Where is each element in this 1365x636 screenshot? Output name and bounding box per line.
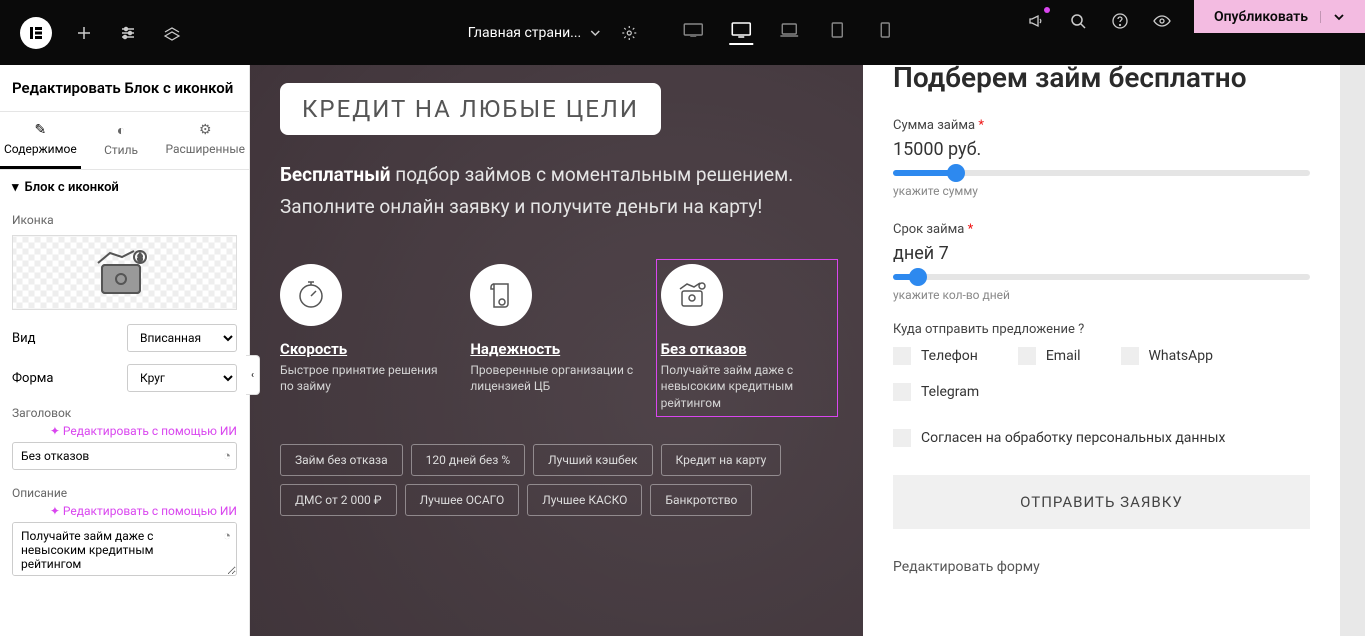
- icon-box-speed[interactable]: Скорость Быстрое принятие решения по зай…: [280, 264, 452, 412]
- toolbar-right: Опубликовать: [1004, 0, 1365, 33]
- device-laptop-icon[interactable]: [777, 21, 801, 45]
- structure-icon[interactable]: [160, 21, 184, 45]
- term-value: дней 7: [893, 243, 1310, 264]
- settings-sliders-icon[interactable]: [116, 21, 140, 45]
- device-desktop-icon[interactable]: [729, 21, 753, 45]
- icon-box-reliability[interactable]: Надежность Проверенные организации с лиц…: [470, 264, 642, 412]
- icon-preview[interactable]: $: [12, 235, 237, 310]
- dynamic-tag-icon[interactable]: ◔: [223, 528, 231, 544]
- form-section: Подберем займ бесплатно Сумма займа * 15…: [863, 65, 1340, 636]
- canvas[interactable]: КРЕДИТ НА ЛЮБЫЕ ЦЕЛИ Бесплатный подбор з…: [250, 65, 1340, 636]
- toolbar-center: Главная страни...: [468, 21, 897, 45]
- term-slider[interactable]: [893, 274, 1310, 280]
- pencil-icon: ✎: [4, 122, 77, 138]
- send-options: Телефон Email WhatsApp Telegram: [893, 347, 1310, 401]
- tag-grid: Займ без отказа 120 дней без % Лучший кэ…: [280, 444, 833, 516]
- publish-button[interactable]: Опубликовать: [1194, 0, 1365, 33]
- ai-edit-heading[interactable]: ✦ Редактировать с помощью ИИ: [0, 424, 249, 442]
- chevron-down-icon: [589, 27, 601, 39]
- gear-icon: ⚙: [165, 122, 245, 138]
- hero-description: Бесплатный подбор займов с моментальным …: [280, 159, 833, 224]
- tab-advanced[interactable]: ⚙Расширенные: [161, 112, 249, 169]
- submit-button[interactable]: ОТПРАВИТЬ ЗАЯВКУ: [893, 475, 1310, 529]
- sidebar-collapse-handle[interactable]: ‹: [246, 355, 260, 395]
- page-settings-icon[interactable]: [617, 21, 641, 45]
- tag-item[interactable]: 120 дней без %: [411, 444, 526, 476]
- tag-item[interactable]: Лучшее КАСКО: [527, 484, 642, 516]
- canvas-area: КРЕДИТ НА ЛЮБЫЕ ЦЕЛИ Бесплатный подбор з…: [250, 65, 1365, 636]
- option-telegram[interactable]: Telegram: [893, 383, 979, 401]
- top-toolbar: Главная страни... Опубликовать: [0, 0, 1365, 65]
- edit-form-link[interactable]: Редактировать форму: [893, 559, 1310, 575]
- amount-label: Сумма займа *: [893, 118, 1310, 133]
- tag-item[interactable]: Лучшее ОСАГО: [405, 484, 520, 516]
- svg-text:$: $: [137, 253, 142, 264]
- form-title: Подберем займ бесплатно: [893, 65, 1310, 94]
- tag-item[interactable]: ДМС от 2 000 ₽: [280, 484, 397, 516]
- sidebar-title: Редактировать Блок с иконкой: [0, 65, 249, 112]
- add-element-icon[interactable]: [72, 21, 96, 45]
- announcement-icon[interactable]: [1024, 9, 1048, 33]
- tag-item[interactable]: Банкротство: [650, 484, 752, 516]
- dynamic-tag-icon[interactable]: ◔: [223, 448, 231, 464]
- scrollbar[interactable]: [1340, 65, 1365, 636]
- device-widescreen-icon[interactable]: [681, 21, 705, 45]
- page-name: Главная страни...: [468, 25, 581, 41]
- sidebar-tabs: ✎Содержимое ◐Стиль ⚙Расширенные: [0, 112, 249, 170]
- search-icon[interactable]: [1066, 9, 1090, 33]
- publish-chevron-icon[interactable]: [1320, 11, 1345, 23]
- reliability-icon: [470, 264, 532, 326]
- tab-content[interactable]: ✎Содержимое: [0, 112, 81, 169]
- option-phone[interactable]: Телефон: [893, 347, 978, 365]
- icon-boxes-row: Скорость Быстрое принятие решения по зай…: [280, 264, 833, 412]
- speed-icon: [280, 264, 342, 326]
- device-switcher: [681, 21, 897, 45]
- option-whatsapp[interactable]: WhatsApp: [1121, 347, 1213, 365]
- section-icon-box: ▾ Блок с иконкой: [0, 170, 249, 205]
- tag-item[interactable]: Займ без отказа: [280, 444, 403, 476]
- select-view[interactable]: Вписанная: [127, 324, 237, 352]
- amount-slider[interactable]: [893, 170, 1310, 176]
- label-icon: Иконка: [0, 205, 249, 231]
- label-description: Описание: [0, 478, 249, 504]
- textarea-description[interactable]: [12, 522, 237, 576]
- input-heading[interactable]: [12, 442, 237, 470]
- page-selector[interactable]: Главная страни...: [468, 25, 601, 41]
- preview-icon[interactable]: [1150, 9, 1174, 33]
- section-toggle[interactable]: ▾ Блок с иконкой: [12, 180, 237, 195]
- label-heading: Заголовок: [0, 398, 249, 424]
- select-shape[interactable]: Круг: [127, 364, 237, 392]
- contrast-icon: ◐: [85, 122, 158, 139]
- hero-badge: КРЕДИТ НА ЛЮБЫЕ ЦЕЛИ: [280, 83, 661, 135]
- term-hint: укажите кол-во дней: [893, 288, 1310, 302]
- wallet-icon: [661, 264, 723, 326]
- tag-item[interactable]: Лучший кэшбек: [533, 444, 652, 476]
- consent-checkbox[interactable]: Согласен на обработку персональных данны…: [893, 429, 1310, 447]
- icon-box-no-refusal[interactable]: Без отказов Получайте займ даже с невысо…: [661, 264, 833, 412]
- device-tablet-icon[interactable]: [825, 21, 849, 45]
- amount-hint: укажите сумму: [893, 184, 1310, 198]
- device-mobile-icon[interactable]: [873, 21, 897, 45]
- term-label: Срок займа *: [893, 222, 1310, 237]
- editor-sidebar: Редактировать Блок с иконкой ✎Содержимое…: [0, 65, 250, 636]
- toolbar-left: [0, 17, 184, 49]
- label-shape: Форма: [12, 371, 53, 386]
- label-view: Вид: [12, 331, 35, 346]
- help-icon[interactable]: [1108, 9, 1132, 33]
- send-label: Куда отправить предложение ?: [893, 322, 1310, 337]
- option-email[interactable]: Email: [1018, 347, 1081, 365]
- elementor-logo[interactable]: [20, 17, 52, 49]
- hero-section: КРЕДИТ НА ЛЮБЫЕ ЦЕЛИ Бесплатный подбор з…: [250, 65, 863, 636]
- tag-item[interactable]: Кредит на карту: [661, 444, 782, 476]
- ai-edit-description[interactable]: ✦ Редактировать с помощью ИИ: [0, 504, 249, 522]
- amount-value: 15000 руб.: [893, 139, 1310, 160]
- tab-style[interactable]: ◐Стиль: [81, 112, 162, 169]
- publish-label: Опубликовать: [1214, 9, 1308, 25]
